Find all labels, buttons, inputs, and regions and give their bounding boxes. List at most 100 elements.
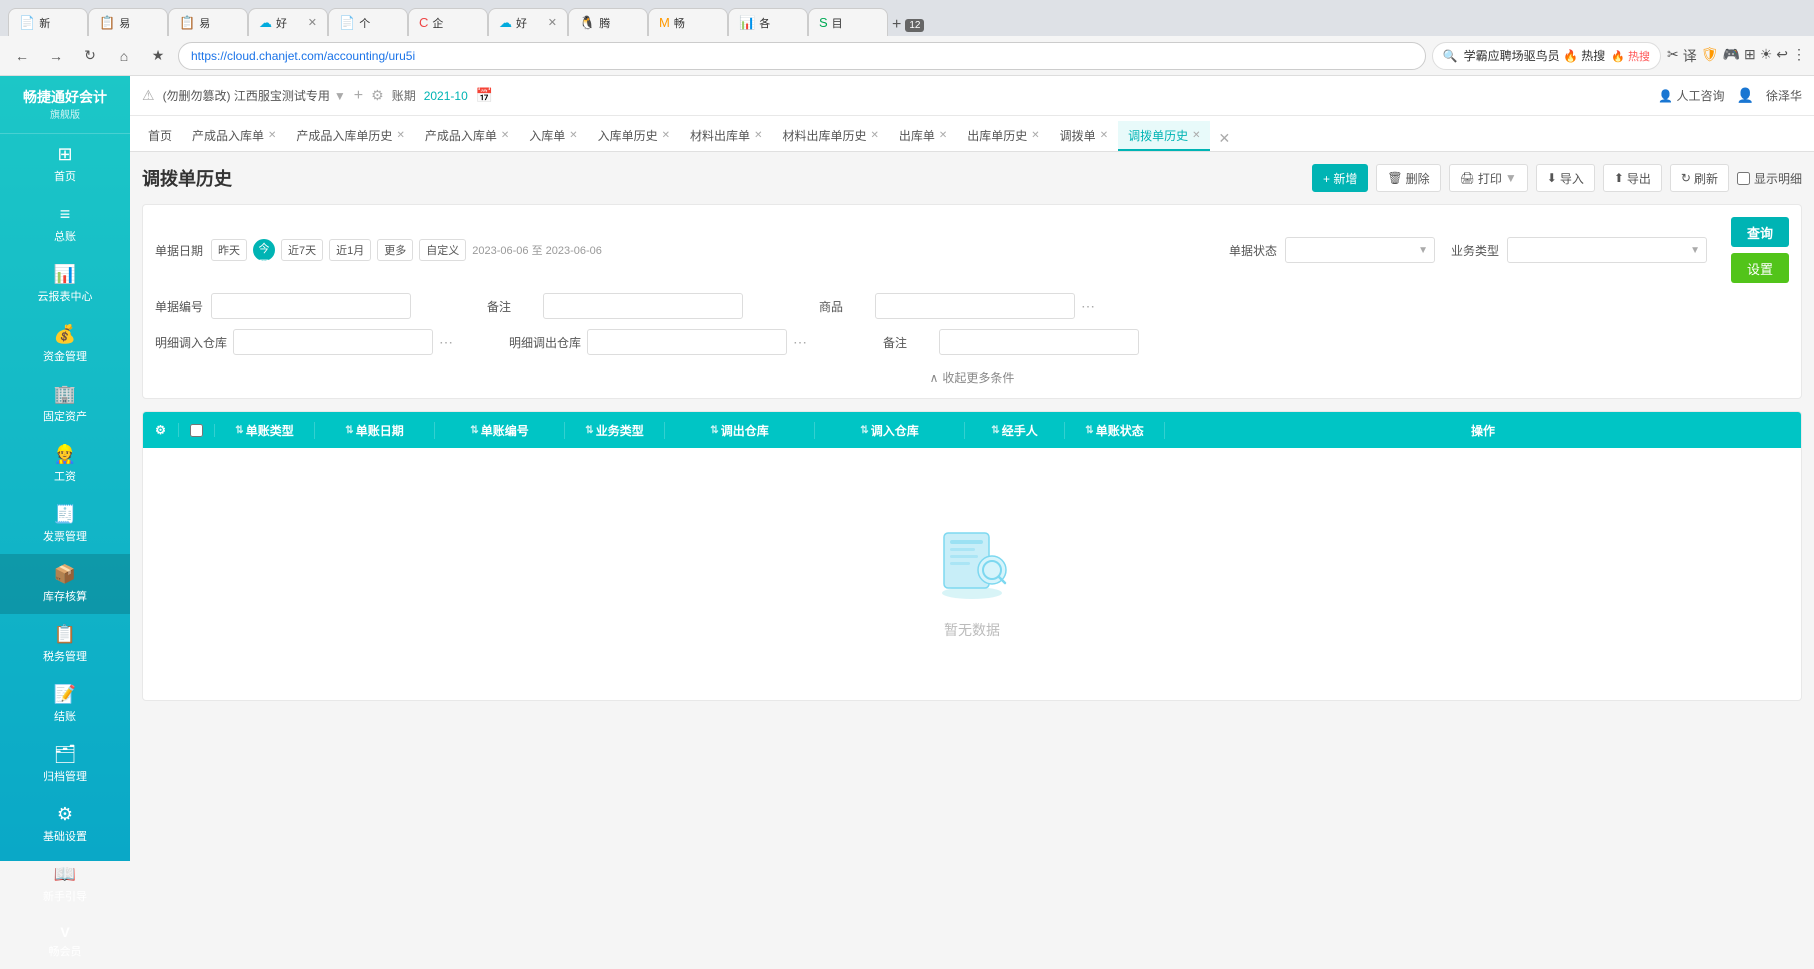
date-7days-btn[interactable]: 近7天 <box>281 239 323 261</box>
th-status[interactable]: ⇅ 单账状态 <box>1065 422 1165 439</box>
th-in[interactable]: ⇅ 调入仓库 <box>815 422 965 439</box>
page-tab-1-close[interactable]: ✕ <box>268 130 276 141</box>
browser-tab-4[interactable]: ☁ 好 ✕ <box>248 8 328 36</box>
goods-input[interactable] <box>875 293 1075 319</box>
remark2-input[interactable] <box>939 329 1139 355</box>
undo-icon[interactable]: ↩ <box>1776 46 1788 66</box>
th-type[interactable]: ⇅ 单账类型 <box>215 422 315 439</box>
refresh-nav-btn[interactable]: ↻ <box>76 42 104 70</box>
page-tab-9[interactable]: 出库单历史 ✕ <box>957 121 1049 151</box>
browser-tab-7-close[interactable]: ✕ <box>548 16 557 29</box>
browser-tab-9[interactable]: M 畅 <box>648 8 728 36</box>
sidebar-item-ledger[interactable]: ≡ 总账 <box>0 194 130 254</box>
page-tab-9-close[interactable]: ✕ <box>1031 130 1039 141</box>
th-checkbox[interactable] <box>179 424 215 437</box>
customer-service-btn[interactable]: 👤 人工咨询 <box>1658 87 1724 104</box>
sidebar-item-archive[interactable]: 🗂 归档管理 <box>0 734 130 794</box>
refresh-btn[interactable]: ↻ 刷新 <box>1670 164 1729 192</box>
date-custom-btn[interactable]: 自定义 <box>419 239 466 261</box>
page-tab-11[interactable]: 调拨单历史 ✕ <box>1118 121 1210 151</box>
page-tab-2[interactable]: 产成品入库单历史 ✕ <box>286 121 414 151</box>
collapse-btn[interactable]: ∧ 收起更多条件 <box>930 369 1015 386</box>
date-more-btn[interactable]: 更多 <box>377 239 413 261</box>
show-fields-toggle[interactable]: 显示明细 <box>1737 170 1802 187</box>
period-value[interactable]: 2021-10 <box>424 89 468 103</box>
browser-tab-7[interactable]: ☁ 好 ✕ <box>488 8 568 36</box>
page-tab-8-close[interactable]: ✕ <box>939 130 947 141</box>
forward-btn[interactable]: → <box>42 42 70 70</box>
sidebar-item-settings[interactable]: ⚙ 基础设置 <box>0 794 130 854</box>
cut-icon[interactable]: ✂ <box>1667 46 1679 66</box>
detail-out-more-btn[interactable]: ⋯ <box>793 334 807 351</box>
sidebar-item-finance[interactable]: 💰 资金管理 <box>0 314 130 374</box>
browser-tab-3[interactable]: 📋 易 <box>168 8 248 36</box>
settings-gear-icon[interactable]: ⚙ <box>371 87 384 104</box>
page-tab-4-close[interactable]: ✕ <box>569 130 577 141</box>
query-btn[interactable]: 查询 <box>1731 217 1789 247</box>
brightness-icon[interactable]: ☀ <box>1760 46 1773 66</box>
grid-icon[interactable]: ⊞ <box>1744 46 1756 66</box>
page-tab-5[interactable]: 入库单历史 ✕ <box>588 121 680 151</box>
detail-out-input[interactable] <box>587 329 787 355</box>
export-btn[interactable]: ⬆ 导出 <box>1603 164 1662 192</box>
page-tab-5-close[interactable]: ✕ <box>662 130 670 141</box>
browser-tab-5[interactable]: 📄 个 <box>328 8 408 36</box>
browser-tab-6[interactable]: C 企 <box>408 8 488 36</box>
date-yesterday-btn[interactable]: 昨天 <box>211 239 247 261</box>
setting-btn[interactable]: 设置 <box>1731 253 1789 283</box>
page-tab-7[interactable]: 材料出库单历史 ✕ <box>772 121 888 151</box>
biz-type-select[interactable]: ▼ <box>1507 237 1707 263</box>
page-tab-10-close[interactable]: ✕ <box>1100 130 1108 141</box>
page-tab-11-close[interactable]: ✕ <box>1192 130 1200 141</box>
translate-icon[interactable]: 译 <box>1683 46 1697 66</box>
remark-input[interactable] <box>543 293 743 319</box>
page-tab-8[interactable]: 出库单 ✕ <box>889 121 957 151</box>
calendar-icon[interactable]: 📅 <box>476 87 493 104</box>
page-tab-1[interactable]: 产成品入库单 ✕ <box>182 121 286 151</box>
import-btn[interactable]: ⬇ 导入 <box>1536 164 1595 192</box>
th-gear[interactable]: ⚙ <box>143 423 179 437</box>
sidebar-item-tax[interactable]: 📋 税务管理 <box>0 614 130 674</box>
th-no[interactable]: ⇅ 单账编号 <box>435 422 565 439</box>
status-select[interactable]: ▼ <box>1285 237 1435 263</box>
show-fields-checkbox[interactable] <box>1737 172 1750 185</box>
sidebar-item-reports[interactable]: 📊 云报表中心 <box>0 254 130 314</box>
th-handler[interactable]: ⇅ 经手人 <box>965 422 1065 439</box>
browser-tab-11[interactable]: S 目 <box>808 8 888 36</box>
sidebar-item-guide[interactable]: 📖 新手引导 <box>0 854 130 914</box>
close-all-tabs-btn[interactable]: ✕ <box>1214 126 1234 151</box>
sidebar-item-home[interactable]: ⊞ 首页 <box>0 134 130 194</box>
sidebar-item-payroll[interactable]: 👷 工资 <box>0 434 130 494</box>
add-company-btn[interactable]: + <box>354 87 363 105</box>
sidebar-item-invoice[interactable]: 🧾 发票管理 <box>0 494 130 554</box>
browser-tab-4-close[interactable]: ✕ <box>308 16 317 29</box>
detail-in-input[interactable] <box>233 329 433 355</box>
home-btn[interactable]: ⌂ <box>110 42 138 70</box>
game-icon[interactable]: 🎮 <box>1723 46 1740 66</box>
new-tab-btn[interactable]: + <box>892 16 901 34</box>
date-today-btn[interactable]: 今天 <box>253 239 275 261</box>
page-tab-3-close[interactable]: ✕ <box>501 130 509 141</box>
date-1month-btn[interactable]: 近1月 <box>329 239 371 261</box>
browser-tab-1[interactable]: 📄 新 <box>8 8 88 36</box>
browser-tab-8[interactable]: 🐧 腾 <box>568 8 648 36</box>
th-date[interactable]: ⇅ 单账日期 <box>315 422 435 439</box>
page-tab-6-close[interactable]: ✕ <box>754 130 762 141</box>
company-selector[interactable]: (勿删勿篡改) 江西服宝测试专用 ▼ <box>163 87 346 104</box>
back-btn[interactable]: ← <box>8 42 36 70</box>
address-bar[interactable] <box>178 42 1426 70</box>
th-biz[interactable]: ⇅ 业务类型 <box>565 422 665 439</box>
browser-tab-10[interactable]: 📊 各 <box>728 8 808 36</box>
sidebar-item-inventory[interactable]: 📦 库存核算 <box>0 554 130 614</box>
page-tab-7-close[interactable]: ✕ <box>870 130 878 141</box>
page-tab-2-close[interactable]: ✕ <box>396 130 404 141</box>
more-nav-icon[interactable]: ⋮ <box>1792 46 1806 66</box>
page-tab-3[interactable]: 产成品入库单 ✕ <box>415 121 519 151</box>
bookmark-btn[interactable]: ★ <box>144 42 172 70</box>
add-btn[interactable]: + 新增 <box>1312 164 1368 192</box>
delete-btn[interactable]: 🗑 删除 <box>1376 164 1440 192</box>
th-out[interactable]: ⇅ 调出仓库 <box>665 422 815 439</box>
select-all-checkbox[interactable] <box>190 424 203 437</box>
sidebar-item-closing[interactable]: 📝 结账 <box>0 674 130 734</box>
page-tab-4[interactable]: 入库单 ✕ <box>519 121 587 151</box>
